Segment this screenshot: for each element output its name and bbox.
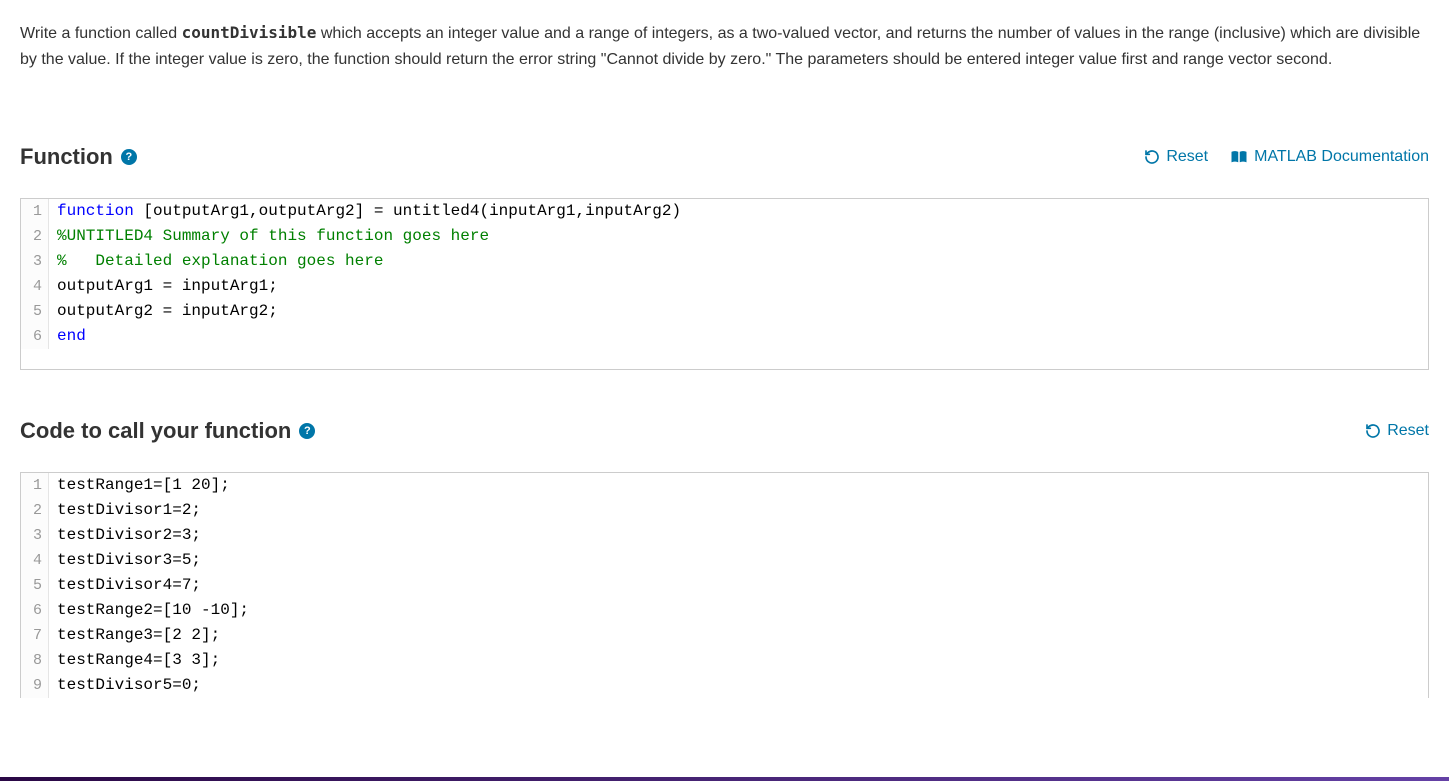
function-title: Function — [20, 144, 113, 170]
line-number: 6 — [21, 598, 49, 623]
code-line[interactable]: 6testRange2=[10 -10]; — [21, 598, 1428, 623]
line-number: 8 — [21, 648, 49, 673]
line-number: 5 — [21, 299, 49, 324]
help-icon[interactable]: ? — [299, 423, 315, 439]
code-line[interactable]: 8testRange4=[3 3]; — [21, 648, 1428, 673]
code-content[interactable]: %UNTITLED4 Summary of this function goes… — [49, 224, 489, 249]
function-title-wrap: Function ? — [20, 144, 137, 170]
code-line[interactable]: 4outputArg1 = inputArg1; — [21, 274, 1428, 299]
line-number: 1 — [21, 473, 49, 498]
code-content[interactable]: outputArg2 = inputArg2; — [49, 299, 278, 324]
line-number: 4 — [21, 274, 49, 299]
code-line[interactable]: 2%UNTITLED4 Summary of this function goe… — [21, 224, 1428, 249]
code-content[interactable]: testDivisor2=3; — [49, 523, 201, 548]
doc-label: MATLAB Documentation — [1254, 148, 1429, 166]
reset-icon — [1365, 423, 1381, 439]
function-section-header: Function ? Reset MATLAB Documentation — [20, 144, 1429, 170]
code-content[interactable]: end — [49, 324, 86, 349]
call-section-header: Code to call your function ? Reset — [20, 418, 1429, 444]
code-line[interactable]: 4testDivisor3=5; — [21, 548, 1428, 573]
reset-label: Reset — [1166, 148, 1208, 166]
line-number: 2 — [21, 224, 49, 249]
code-line[interactable]: 5outputArg2 = inputArg2; — [21, 299, 1428, 324]
code-line[interactable]: 1testRange1=[1 20]; — [21, 473, 1428, 498]
help-icon[interactable]: ? — [121, 149, 137, 165]
code-content[interactable]: testRange3=[2 2]; — [49, 623, 220, 648]
code-content[interactable]: testDivisor4=7; — [49, 573, 201, 598]
bottom-bar — [0, 777, 1449, 781]
reset-button[interactable]: Reset — [1365, 422, 1429, 440]
line-number: 3 — [21, 523, 49, 548]
code-line[interactable]: 3% Detailed explanation goes here — [21, 249, 1428, 274]
code-content[interactable]: testDivisor3=5; — [49, 548, 201, 573]
code-content[interactable]: testDivisor1=2; — [49, 498, 201, 523]
code-content[interactable]: testRange4=[3 3]; — [49, 648, 220, 673]
line-number: 6 — [21, 324, 49, 349]
reset-button[interactable]: Reset — [1144, 148, 1208, 166]
call-title: Code to call your function — [20, 418, 291, 444]
problem-func-name: countDivisible — [182, 23, 317, 42]
book-icon — [1230, 150, 1248, 164]
matlab-documentation-link[interactable]: MATLAB Documentation — [1230, 148, 1429, 166]
code-content[interactable]: testRange1=[1 20]; — [49, 473, 230, 498]
line-number: 5 — [21, 573, 49, 598]
call-code-editor[interactable]: 1testRange1=[1 20];2testDivisor1=2;3test… — [20, 472, 1429, 698]
reset-icon — [1144, 149, 1160, 165]
function-actions: Reset MATLAB Documentation — [1144, 148, 1429, 166]
line-number: 7 — [21, 623, 49, 648]
code-line[interactable]: 6end — [21, 324, 1428, 349]
code-line[interactable]: 3testDivisor2=3; — [21, 523, 1428, 548]
call-actions: Reset — [1365, 422, 1429, 440]
code-line[interactable]: 2testDivisor1=2; — [21, 498, 1428, 523]
code-content[interactable]: % Detailed explanation goes here — [49, 249, 383, 274]
reset-label: Reset — [1387, 422, 1429, 440]
code-line[interactable]: 9testDivisor5=0; — [21, 673, 1428, 698]
line-number: 1 — [21, 199, 49, 224]
call-title-wrap: Code to call your function ? — [20, 418, 315, 444]
line-number: 3 — [21, 249, 49, 274]
problem-prefix: Write a function called — [20, 25, 182, 42]
code-line[interactable]: 1function [outputArg1,outputArg2] = unti… — [21, 199, 1428, 224]
problem-statement: Write a function called countDivisible w… — [20, 20, 1429, 74]
line-number: 4 — [21, 548, 49, 573]
code-line[interactable]: 5testDivisor4=7; — [21, 573, 1428, 598]
code-line[interactable]: 7testRange3=[2 2]; — [21, 623, 1428, 648]
function-code-editor[interactable]: 1function [outputArg1,outputArg2] = unti… — [20, 198, 1429, 370]
line-number: 9 — [21, 673, 49, 698]
code-content[interactable]: function [outputArg1,outputArg2] = untit… — [49, 199, 681, 224]
code-content[interactable]: outputArg1 = inputArg1; — [49, 274, 278, 299]
code-content[interactable]: testDivisor5=0; — [49, 673, 201, 698]
code-content[interactable]: testRange2=[10 -10]; — [49, 598, 249, 623]
line-number: 2 — [21, 498, 49, 523]
